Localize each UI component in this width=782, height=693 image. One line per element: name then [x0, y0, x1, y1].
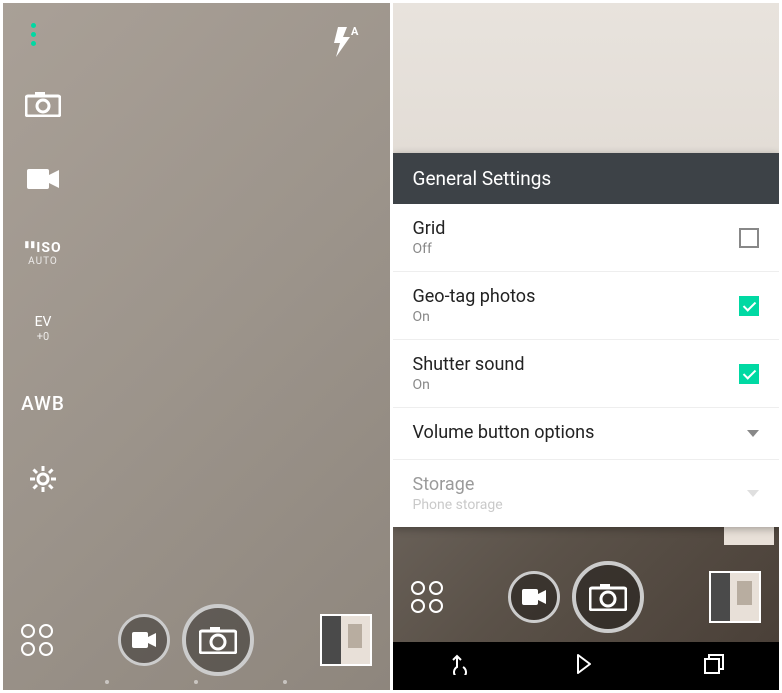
iso-label: ISO	[36, 240, 61, 256]
flash-auto-icon: A	[330, 25, 360, 59]
gallery-thumbnail[interactable]	[709, 571, 761, 623]
ev-button[interactable]: EV +0	[13, 301, 73, 356]
camera-viewfinder-left: ▮▮ISO AUTO EV +0 AWB A	[3, 3, 390, 690]
checkbox-unchecked-icon[interactable]	[739, 228, 759, 248]
awb-label: AWB	[21, 392, 65, 415]
iso-value: AUTO	[28, 256, 58, 267]
settings-sub: On	[413, 377, 740, 393]
svg-text:A: A	[351, 25, 359, 38]
iso-button[interactable]: ▮▮ISO AUTO	[13, 226, 73, 281]
settings-sub: Phone storage	[413, 497, 748, 513]
menu-dots-icon[interactable]	[31, 23, 83, 46]
settings-sub: Off	[413, 241, 740, 257]
settings-button[interactable]	[13, 451, 73, 506]
gear-icon	[28, 464, 58, 494]
back-icon	[446, 653, 468, 675]
bottom-bar-right	[393, 552, 780, 642]
awb-button[interactable]: AWB	[13, 376, 73, 431]
flash-button[interactable]: A	[330, 25, 360, 63]
ev-label: EV	[35, 314, 52, 330]
video-icon	[26, 168, 60, 190]
dropdown-arrow-icon	[747, 490, 759, 497]
shutter-button[interactable]	[182, 604, 254, 676]
settings-row-grid[interactable]: Grid Off	[393, 204, 780, 272]
recent-icon	[703, 653, 725, 675]
camera-icon	[199, 626, 237, 654]
settings-title: Grid	[413, 218, 740, 239]
settings-title: Volume button options	[413, 422, 748, 443]
camera-viewfinder-right: General Settings Grid Off Geo-tag photos…	[393, 3, 780, 690]
camera-icon	[25, 91, 61, 117]
camera-mode-button[interactable]	[13, 76, 73, 131]
video-icon	[522, 589, 546, 605]
shutter-button[interactable]	[572, 561, 644, 633]
home-button[interactable]	[576, 653, 596, 679]
settings-row-volume[interactable]: Volume button options	[393, 408, 780, 460]
checkbox-checked-icon[interactable]	[739, 364, 759, 384]
recent-button[interactable]	[703, 653, 725, 679]
settings-row-geotag[interactable]: Geo-tag photos On	[393, 272, 780, 340]
settings-title: Storage	[413, 474, 748, 495]
camera-icon	[589, 583, 627, 611]
dropdown-arrow-icon	[747, 430, 759, 437]
settings-title: Geo-tag photos	[413, 286, 740, 307]
settings-row-shutter[interactable]: Shutter sound On	[393, 340, 780, 408]
android-navbar	[393, 642, 780, 690]
gallery-thumbnail[interactable]	[320, 614, 372, 666]
camera-sidebar: ▮▮ISO AUTO EV +0 AWB	[3, 3, 83, 690]
settings-sub: On	[413, 309, 740, 325]
checkbox-checked-icon[interactable]	[739, 296, 759, 316]
settings-row-storage[interactable]: Storage Phone storage	[393, 460, 780, 527]
ev-value: +0	[37, 330, 49, 343]
video-icon	[132, 632, 156, 648]
settings-panel: General Settings Grid Off Geo-tag photos…	[393, 153, 780, 527]
video-record-button[interactable]	[118, 614, 170, 666]
apps-grid-button[interactable]	[21, 624, 53, 656]
settings-title: Shutter sound	[413, 354, 740, 375]
home-icon	[576, 653, 596, 675]
video-mode-button[interactable]	[13, 151, 73, 206]
video-record-button[interactable]	[508, 571, 560, 623]
bottom-bar-left	[3, 590, 390, 690]
apps-grid-button[interactable]	[411, 581, 443, 613]
back-button[interactable]	[446, 653, 468, 679]
pagination-dots	[3, 680, 390, 684]
settings-header: General Settings	[393, 153, 780, 204]
